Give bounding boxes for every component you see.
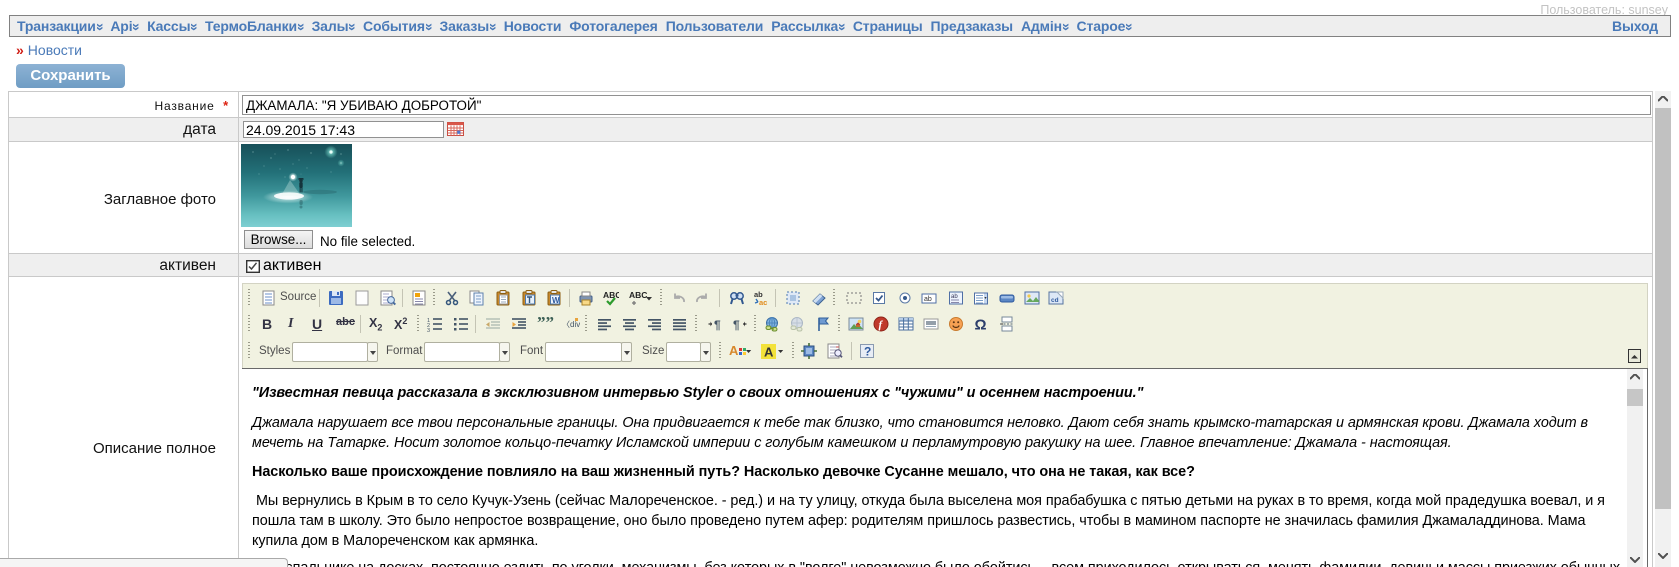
svg-text:ab: ab <box>924 296 932 303</box>
svg-text:〈div〉: 〈div〉 <box>562 320 580 329</box>
svg-text:A: A <box>764 345 774 360</box>
svg-text:?: ? <box>864 345 871 359</box>
svg-text:W: W <box>552 296 560 305</box>
svg-text:Ω: Ω <box>975 317 987 333</box>
svg-text:ac: ac <box>759 298 767 306</box>
svg-text:ab: ab <box>951 294 958 300</box>
svg-text:A: A <box>729 343 739 358</box>
svg-text:ABC: ABC <box>603 290 619 300</box>
svg-text:3: 3 <box>427 328 430 332</box>
svg-text:””: ”” <box>537 316 554 332</box>
svg-text:cd: cd <box>1051 297 1059 304</box>
svg-text:ABC: ABC <box>629 290 647 300</box>
svg-text:¶: ¶ <box>733 318 740 332</box>
svg-text:¶: ¶ <box>714 318 721 332</box>
